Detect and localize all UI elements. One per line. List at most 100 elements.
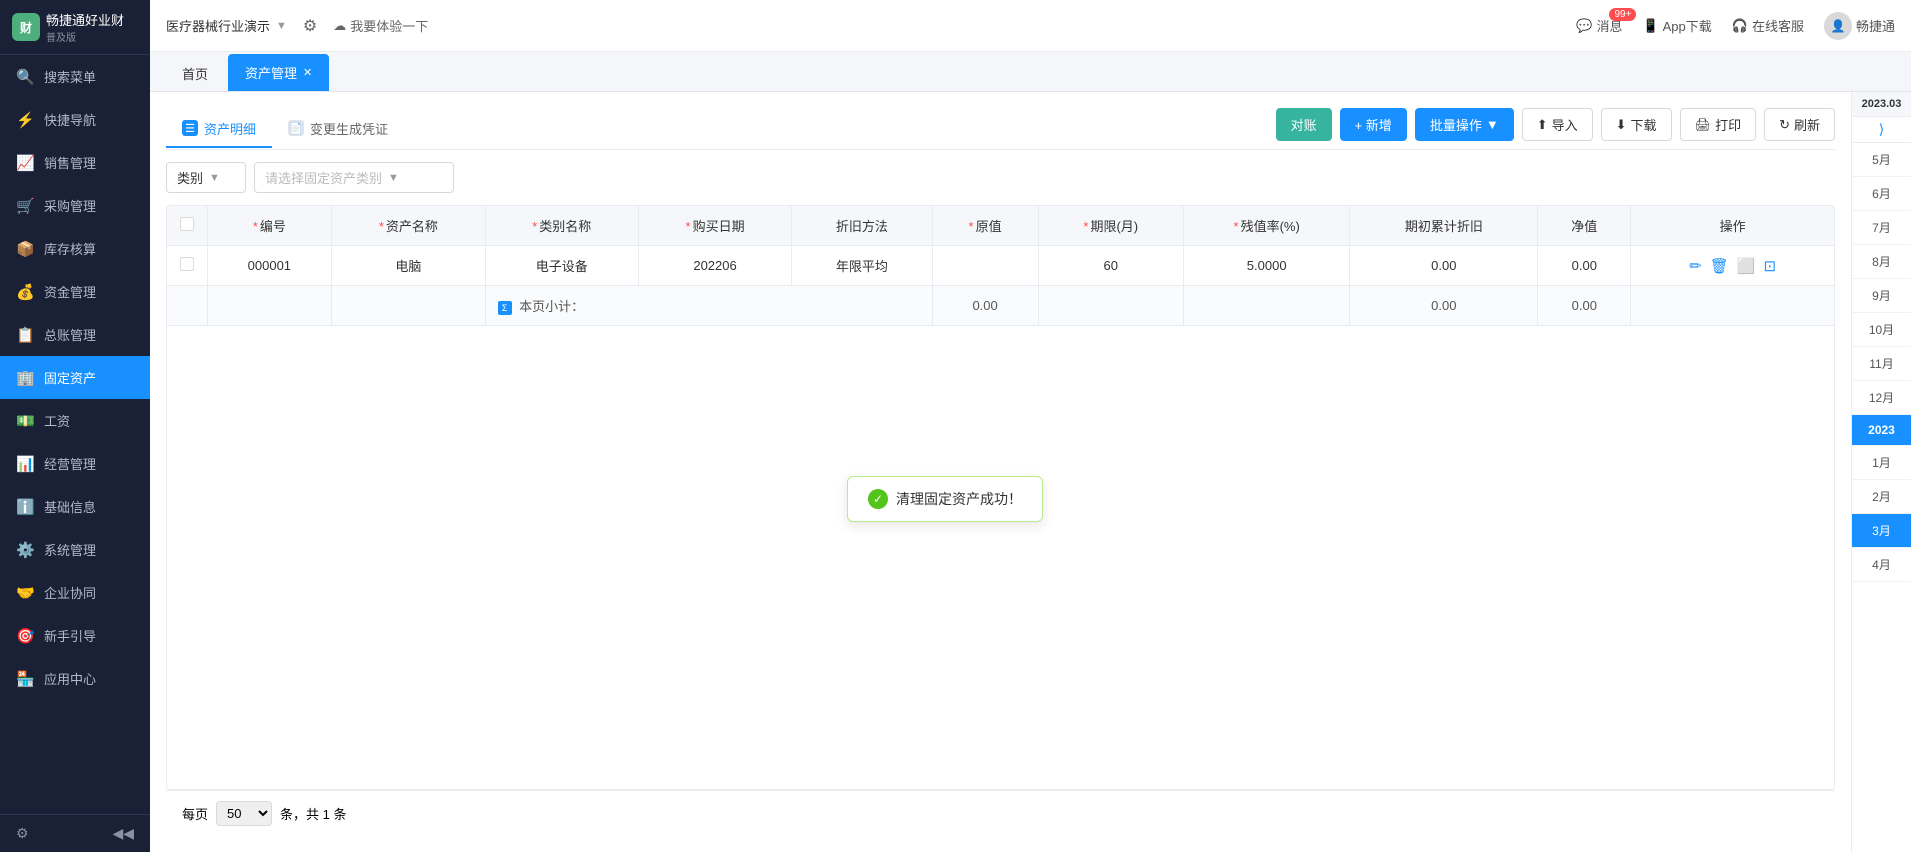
sidebar-item-应用中心[interactable]: 🏪应用中心 xyxy=(0,657,150,700)
sidebar-icon: 🤝 xyxy=(16,584,34,602)
sidebar-icon: 📋 xyxy=(16,326,34,344)
calendar-item[interactable]: 7月 xyxy=(1852,211,1911,245)
settings-icon[interactable]: ⚙ xyxy=(16,825,29,842)
delete-icon[interactable]: 🗑 xyxy=(1710,257,1729,275)
col-code: 编号 xyxy=(207,206,332,246)
cell-period: 60 xyxy=(1038,246,1183,286)
reconcile-button[interactable]: 对账 xyxy=(1276,108,1332,141)
user-menu[interactable]: 👤 畅捷通 xyxy=(1824,12,1895,40)
calendar-item[interactable]: 2023 xyxy=(1852,415,1911,446)
messages-button[interactable]: 💬 消息 99+ xyxy=(1576,16,1622,35)
select-all-checkbox[interactable] xyxy=(180,217,194,231)
col-net-value: 净值 xyxy=(1538,206,1631,246)
app-download-button[interactable]: 📱 App下载 xyxy=(1642,16,1711,35)
category-filter[interactable]: 类别 ▼ xyxy=(166,162,246,193)
batch-operation-button[interactable]: 批量操作 ▼ xyxy=(1415,108,1514,141)
calendar-item[interactable]: 2月 xyxy=(1852,480,1911,514)
tab-asset-management[interactable]: 资产管理 ✕ xyxy=(228,54,329,91)
sidebar-item-销售管理[interactable]: 📈 销售管理 xyxy=(0,141,150,184)
sidebar-item-新手引导[interactable]: 🎯新手引导 xyxy=(0,614,150,657)
sub-tab-asset-detail[interactable]: ☰ 资产明细 xyxy=(166,111,272,148)
cell-code: 000001 xyxy=(207,246,332,286)
calendar-item[interactable]: 5月 xyxy=(1852,143,1911,177)
cell-net-value: 0.00 xyxy=(1538,246,1631,286)
edit-icon[interactable]: ✏ xyxy=(1689,257,1702,275)
calendar-collapse-button[interactable]: ⟩ xyxy=(1852,117,1911,143)
calendar-item[interactable]: 8月 xyxy=(1852,245,1911,279)
sidebar-item-label: 搜索菜单 xyxy=(44,67,96,86)
sidebar-item-基础信息[interactable]: ℹ️ 基础信息 xyxy=(0,485,150,528)
tab-close-icon[interactable]: ✕ xyxy=(303,66,312,79)
asset-category-selector[interactable]: 请选择固定资产类别 ▼ xyxy=(254,162,454,193)
calendar-item[interactable]: 10月 xyxy=(1852,313,1911,347)
filter-category-arrow: ▼ xyxy=(209,172,220,184)
calendar-item[interactable]: 9月 xyxy=(1852,279,1911,313)
topbar-settings-icon[interactable]: ⚙ xyxy=(303,16,317,36)
sidebar-item-总账管理[interactable]: 📋 总账管理 xyxy=(0,313,150,356)
company-selector[interactable]: 医疗器械行业演示 ▼ xyxy=(166,16,287,35)
cell-category: 电子设备 xyxy=(485,246,638,286)
online-service-button[interactable]: 🎧 在线客服 xyxy=(1732,16,1804,35)
sidebar-item-固定资产[interactable]: 🏢固定资产 xyxy=(0,356,150,399)
download-button[interactable]: ⬇ 下载 xyxy=(1601,108,1672,141)
copy-icon[interactable]: ⬜ xyxy=(1737,257,1756,275)
service-icon: 🎧 xyxy=(1732,18,1748,34)
cell-initial-depreciation: 0.00 xyxy=(1350,246,1538,286)
sub-tabs: ☰ 资产明细 📄 变更生成凭证 对账 + 新增 批量操作 ▼ ⬆ xyxy=(166,108,1835,150)
sidebar-item-资金管理[interactable]: 💰资金管理 xyxy=(0,270,150,313)
sidebar-item-企业协同[interactable]: 🤝企业协同 xyxy=(0,571,150,614)
calendar-item[interactable]: 4月 xyxy=(1852,548,1911,582)
sidebar-collapse-icon[interactable]: ◀◀ xyxy=(112,825,134,842)
calendar-months: 5月6月7月8月9月10月11月12月20231月2月3月4月 xyxy=(1852,143,1911,582)
sidebar-icon: ℹ️ xyxy=(16,498,34,516)
asset-table: 编号 资产名称 类别名称 购买日期 折旧方法 原值 期限(月) 残值率(%) 期… xyxy=(166,205,1835,790)
sidebar-item-label: 固定资产 xyxy=(44,368,96,387)
sidebar-icon: ⚡ xyxy=(16,111,34,129)
topbar: 医疗器械行业演示 ▼ ⚙ ☁ 我要体验一下 💬 消息 99+ 📱 App下载 🎧… xyxy=(150,0,1911,52)
tab-home[interactable]: 首页 xyxy=(166,56,224,91)
tabbar: 首页 资产管理 ✕ xyxy=(150,52,1911,92)
sidebar-item-经营管理[interactable]: 📊经营管理 xyxy=(0,442,150,485)
import-button[interactable]: ⬆ 导入 xyxy=(1522,108,1593,141)
sidebar-menu: 🔍搜索菜单 ⚡ 快捷导航 📈 销售管理 🛒采购管理📦库存核算💰资金管理 📋 总账管理 🏢固定资产… xyxy=(0,55,150,814)
new-button[interactable]: + 新增 xyxy=(1340,108,1407,141)
calendar-item[interactable]: 12月 xyxy=(1852,381,1911,415)
sidebar-item-快捷导航[interactable]: ⚡ 快捷导航 xyxy=(0,98,150,141)
sidebar-icon: 🎯 xyxy=(16,627,34,645)
sidebar-item-采购管理[interactable]: 🛒采购管理 xyxy=(0,184,150,227)
calendar-item[interactable]: 1月 xyxy=(1852,446,1911,480)
calendar-item[interactable]: 11月 xyxy=(1852,347,1911,381)
row-select-checkbox[interactable] xyxy=(180,257,194,271)
sidebar-item-库存核算[interactable]: 📦库存核算 xyxy=(0,227,150,270)
app-logo-icon: 财 xyxy=(12,13,40,41)
col-action: 操作 xyxy=(1631,206,1834,246)
sidebar-item-系统管理[interactable]: ⚙️系统管理 xyxy=(0,528,150,571)
refresh-button[interactable]: ↻ 刷新 xyxy=(1764,108,1835,141)
app-logo-text: 畅捷通好业财 普及版 xyxy=(46,10,124,44)
sidebar-icon: 📈 xyxy=(16,154,34,172)
print-button[interactable]: 🖨 打印 xyxy=(1680,108,1757,141)
experience-button[interactable]: ☁ 我要体验一下 xyxy=(333,16,428,35)
avatar: 👤 xyxy=(1824,12,1852,40)
sub-tab-voucher[interactable]: 📄 变更生成凭证 xyxy=(272,111,404,148)
refresh-icon: ↻ xyxy=(1779,117,1790,133)
table-row: 000001 电脑 电子设备 202206 年限平均 60 5.0000 0.0… xyxy=(167,246,1834,286)
col-depreciation-method: 折旧方法 xyxy=(792,206,932,246)
col-original-value: 原值 xyxy=(932,206,1038,246)
download-icon: 📱 xyxy=(1642,18,1658,34)
more-icon[interactable]: ⊡ xyxy=(1764,257,1777,275)
sidebar-item-搜索菜单[interactable]: 🔍搜索菜单 xyxy=(0,55,150,98)
calendar-item[interactable]: 6月 xyxy=(1852,177,1911,211)
success-toast: ✓ 清理固定资产成功！ xyxy=(847,476,1043,522)
col-period: 期限(月) xyxy=(1038,206,1183,246)
per-page-select[interactable]: 50 100 xyxy=(216,801,272,826)
calendar-item[interactable]: 3月 xyxy=(1852,514,1911,548)
sidebar-item-label: 快捷导航 xyxy=(44,110,96,129)
sidebar-item-label: 总账管理 xyxy=(44,325,96,344)
sidebar-icon: 💰 xyxy=(16,283,34,301)
sidebar-item-工资[interactable]: 💵工资 xyxy=(0,399,150,442)
sidebar-item-label: 采购管理 xyxy=(44,196,96,215)
calendar-panel: 2023.03 ⟩ 5月6月7月8月9月10月11月12月20231月2月3月4… xyxy=(1851,92,1911,852)
sidebar-item-label: 销售管理 xyxy=(44,153,96,172)
sidebar-item-label: 基础信息 xyxy=(44,497,96,516)
